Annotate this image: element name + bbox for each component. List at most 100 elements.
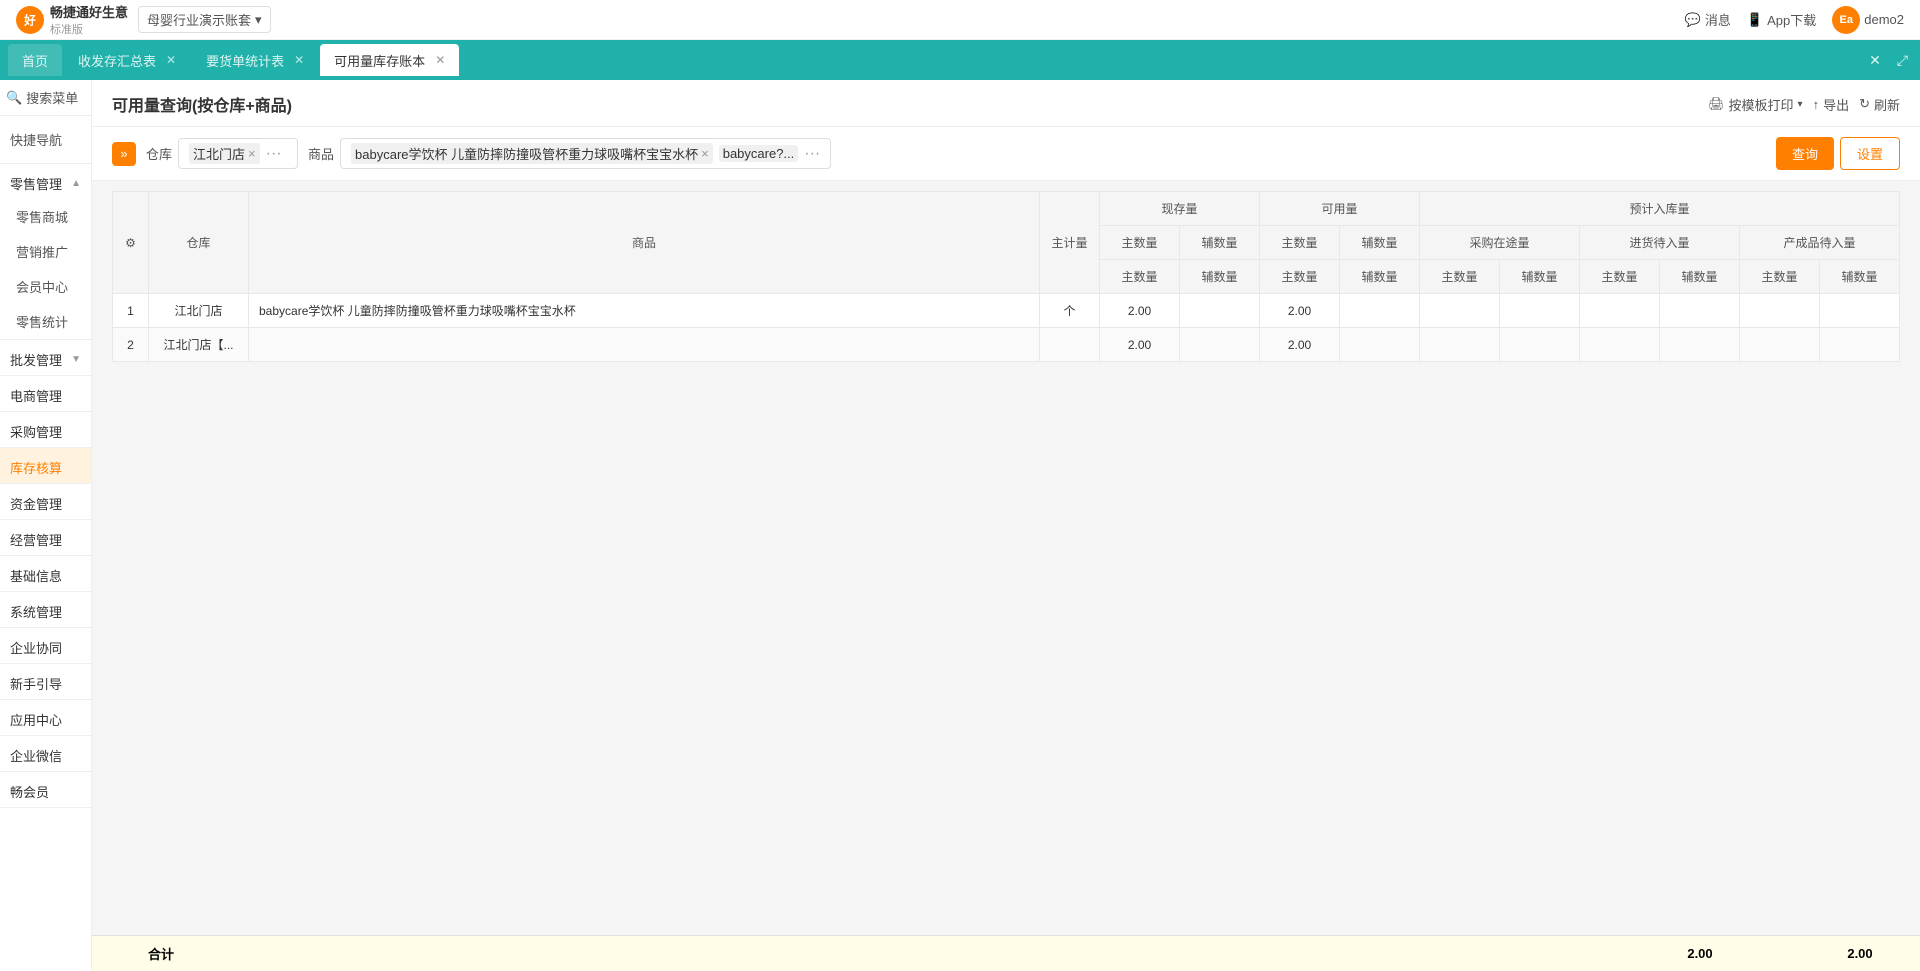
row1-prp-main <box>1740 294 1820 328</box>
sidebar-finance-header[interactable]: 资金管理 <box>0 484 91 519</box>
th-cs-main: 主数量 <box>1100 260 1180 294</box>
row1-index: 1 <box>113 294 149 328</box>
sidebar-system-header[interactable]: 系统管理 <box>0 592 91 627</box>
top-bar: 好 畅捷通好生意 标准版 母婴行业演示账套 ▾ 💬 消息 📱 App下载 Ea … <box>0 0 1920 40</box>
member-label: 畅会员 <box>10 782 49 801</box>
sidebar-operation-header[interactable]: 经营管理 <box>0 520 91 555</box>
th-product: 商品 <box>249 192 1040 294</box>
user-area[interactable]: Ea demo2 <box>1832 6 1904 34</box>
product-input[interactable]: babycare学饮杯 儿童防摔防撞吸管杯重力球吸嘴杯宝宝水杯 × babyca… <box>340 138 831 169</box>
table-footer: 合计 2.00 2.00 <box>92 935 1920 971</box>
close-icon[interactable]: ✕ <box>435 53 445 67</box>
filter-toggle-button[interactable]: » <box>112 142 136 166</box>
sidebar-appcenter-header[interactable]: 应用中心 <box>0 700 91 735</box>
refresh-label: 刷新 <box>1874 95 1900 114</box>
warehouse-filter: 仓库 江北门店 × ··· <box>146 138 298 169</box>
sidebar-wholesale-header[interactable]: 批发管理 ▼ <box>0 340 91 375</box>
search-menu-button[interactable]: 🔍 搜索菜单 <box>0 80 91 116</box>
row1-pp-sub <box>1660 294 1740 328</box>
template-print-button[interactable]: 🖨 按模板打印 ▾ <box>1708 95 1803 114</box>
page-title: 可用量查询(按仓库+商品) <box>112 92 292 116</box>
product-more-options-icon[interactable]: ··· <box>804 145 820 163</box>
chevron-up-icon: ▲ <box>71 178 81 189</box>
tab-controls: ✕ ⤢ <box>1865 50 1912 71</box>
sidebar-section-enterprise: 企业协同 <box>0 628 91 664</box>
export-icon: ↑ <box>1813 97 1820 112</box>
th-available-main: 主数量 <box>1260 226 1340 260</box>
product-label: 商品 <box>308 144 334 163</box>
maximize-button[interactable]: ⤢ <box>1893 50 1912 71</box>
sidebar-retail-header[interactable]: 零售管理 ▲ <box>0 164 91 199</box>
remove-product-1-icon[interactable]: × <box>701 146 709 161</box>
th-product-pending: 产成品待入量 <box>1740 226 1900 260</box>
sidebar-item-retail-mall[interactable]: 零售商城 <box>0 199 91 234</box>
content-area: 可用量查询(按仓库+商品) 🖨 按模板打印 ▾ ↑ 导出 ↻ 刷新 <box>92 80 1920 971</box>
row1-product: babycare学饮杯 儿童防摔防撞吸管杯重力球吸嘴杯宝宝水杯 <box>249 294 1040 328</box>
logo-sub: 标准版 <box>50 21 128 37</box>
product-tag-1-value: babycare学饮杯 儿童防摔防撞吸管杯重力球吸嘴杯宝宝水杯 <box>355 144 698 163</box>
more-options-icon[interactable]: ··· <box>266 145 282 163</box>
th-current-main: 主数量 <box>1100 226 1180 260</box>
th-pp-main: 主数量 <box>1580 260 1660 294</box>
appdownload-button[interactable]: 📱 App下载 <box>1747 10 1816 29</box>
th-pp-sub: 辅数量 <box>1660 260 1740 294</box>
row1-unit: 个 <box>1040 294 1100 328</box>
remove-warehouse-icon[interactable]: × <box>248 146 256 161</box>
th-pt-main: 主数量 <box>1420 260 1500 294</box>
row2-pt-sub <box>1500 328 1580 362</box>
sidebar-wechat-header[interactable]: 企业微信 <box>0 736 91 771</box>
purchase-label: 采购管理 <box>10 422 62 441</box>
logo-texts: 畅捷通好生意 标准版 <box>50 2 128 37</box>
row2-index: 2 <box>113 328 149 362</box>
row2-available-sub <box>1340 328 1420 362</box>
tab-order[interactable]: 要货单统计表 ✕ <box>192 44 318 76</box>
message-button[interactable]: 💬 消息 <box>1685 10 1731 29</box>
sidebar-section-newguide: 新手引导 <box>0 664 91 700</box>
sidebar-purchase-header[interactable]: 采购管理 <box>0 412 91 447</box>
sidebar-section-appcenter: 应用中心 <box>0 700 91 736</box>
sidebar-section-inventory: 库存核算 <box>0 448 91 484</box>
tab-available[interactable]: 可用量库存账本 ✕ <box>320 44 459 76</box>
close-icon[interactable]: ✕ <box>294 53 304 67</box>
sidebar-inventory-header[interactable]: 库存核算 <box>0 448 91 483</box>
appcenter-label: 应用中心 <box>10 710 62 729</box>
sidebar-ecommerce-header[interactable]: 电商管理 <box>0 376 91 411</box>
product-tag-2-value: babycare?... <box>723 146 795 161</box>
warehouse-input[interactable]: 江北门店 × ··· <box>178 138 298 169</box>
tab-home[interactable]: 首页 <box>8 44 62 76</box>
tab-receivable-label: 收发存汇总表 <box>78 51 156 70</box>
summary-row: 合计 2.00 2.00 <box>112 944 1900 963</box>
tab-bar: 首页 收发存汇总表 ✕ 要货单统计表 ✕ 可用量库存账本 ✕ ✕ ⤢ <box>0 40 1920 80</box>
filter-actions: 查询 设置 <box>1776 137 1900 170</box>
refresh-button[interactable]: ↻ 刷新 <box>1859 95 1900 114</box>
sidebar-item-retail-stats[interactable]: 零售统计 <box>0 304 91 339</box>
sidebar-enterprise-header[interactable]: 企业协同 <box>0 628 91 663</box>
th-av-main: 主数量 <box>1260 260 1340 294</box>
sidebar-item-quicknav[interactable]: 快捷导航 <box>0 122 91 157</box>
query-button[interactable]: 查询 <box>1776 137 1834 170</box>
basic-label: 基础信息 <box>10 566 62 585</box>
industry-label: 母婴行业演示账套 <box>147 10 251 29</box>
main-layout: 🔍 搜索菜单 快捷导航 零售管理 ▲ 零售商城 营销推广 会员中心 零售统计 <box>0 80 1920 971</box>
tab-receivable[interactable]: 收发存汇总表 ✕ <box>64 44 190 76</box>
sidebar-basic-header[interactable]: 基础信息 <box>0 556 91 591</box>
ecommerce-label: 电商管理 <box>10 386 62 405</box>
close-icon[interactable]: ✕ <box>166 53 176 67</box>
th-purchase-transit: 采购在途量 <box>1420 226 1580 260</box>
message-label: 消息 <box>1705 10 1731 29</box>
industry-selector[interactable]: 母婴行业演示账套 ▾ <box>138 6 271 33</box>
phone-icon: 📱 <box>1747 12 1763 28</box>
sidebar-item-members[interactable]: 会员中心 <box>0 269 91 304</box>
export-button[interactable]: ↑ 导出 <box>1813 95 1850 114</box>
th-av-sub: 辅数量 <box>1340 260 1420 294</box>
close-all-button[interactable]: ✕ <box>1865 50 1885 71</box>
sidebar-member-header[interactable]: 畅会员 <box>0 772 91 807</box>
settings-button[interactable]: 设置 <box>1840 137 1900 170</box>
sidebar-newguide-header[interactable]: 新手引导 <box>0 664 91 699</box>
avatar: Ea <box>1832 6 1860 34</box>
product-filter: 商品 babycare学饮杯 儿童防摔防撞吸管杯重力球吸嘴杯宝宝水杯 × bab… <box>308 138 831 169</box>
sidebar-item-marketing[interactable]: 营销推广 <box>0 234 91 269</box>
th-settings: ⚙ <box>113 192 149 294</box>
sidebar-section-wholesale: 批发管理 ▼ <box>0 340 91 376</box>
logo-area: 好 畅捷通好生意 标准版 <box>16 2 128 37</box>
